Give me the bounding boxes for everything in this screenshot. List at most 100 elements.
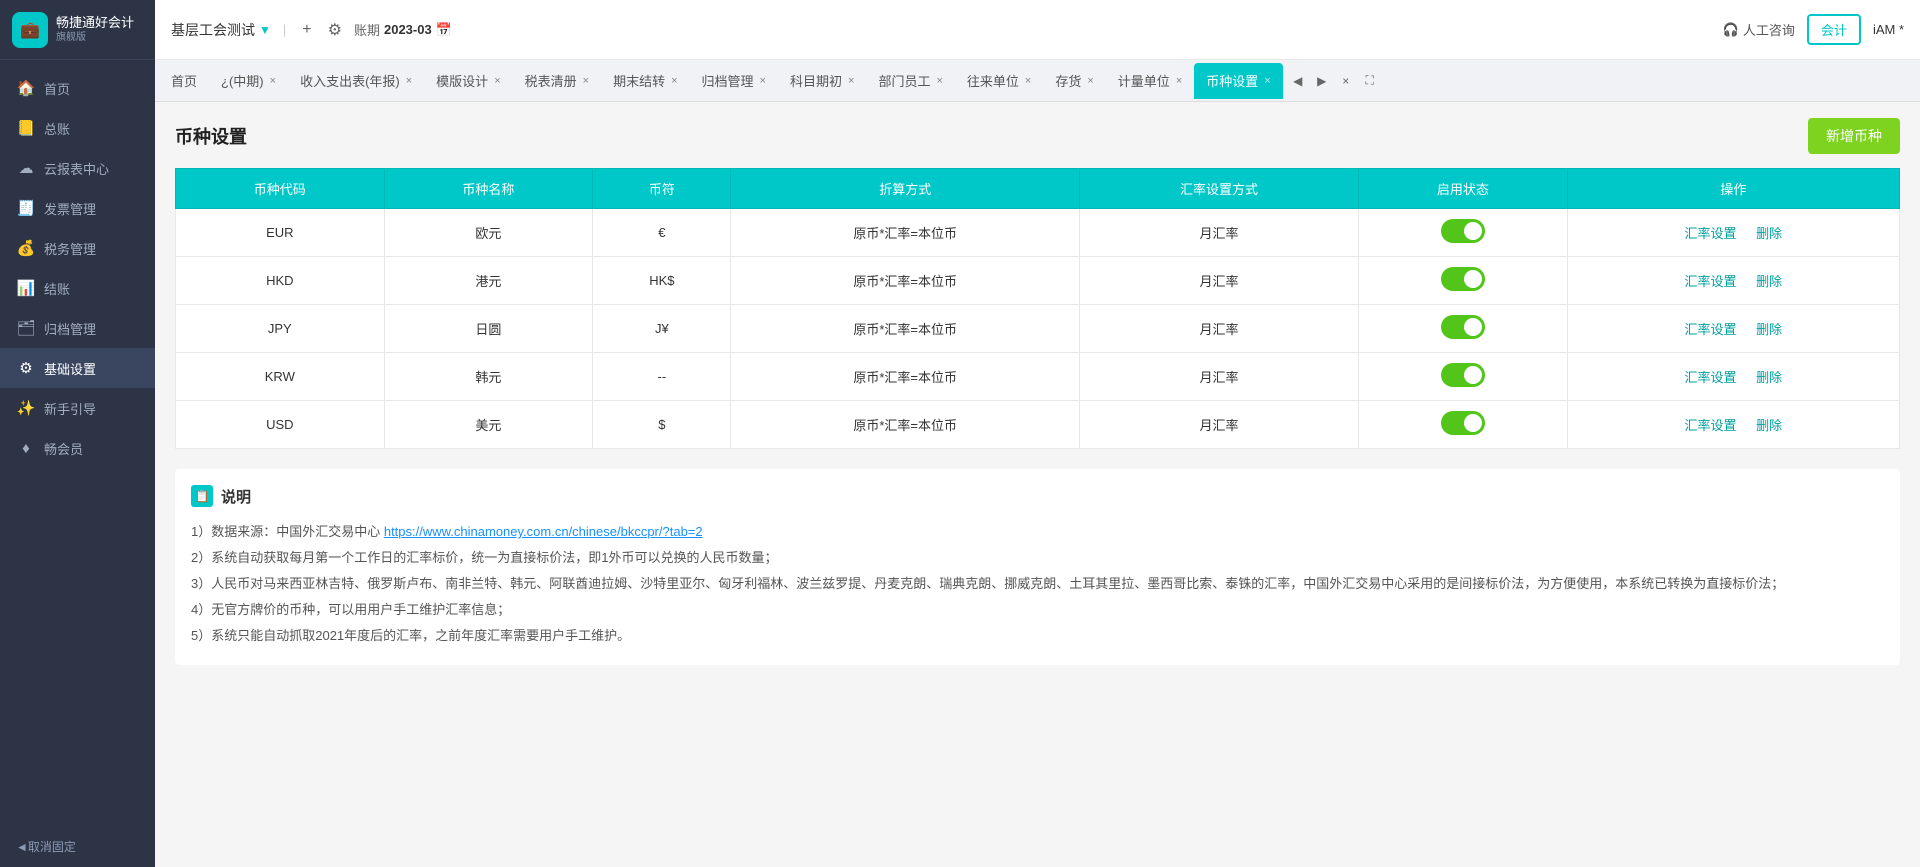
cell-code: JPY xyxy=(176,305,385,353)
rate-settings-link[interactable]: 汇率设置 xyxy=(1685,418,1737,433)
topbar-add-button[interactable]: + xyxy=(298,21,315,39)
tab-subject-close[interactable]: × xyxy=(848,75,854,87)
tab-tax-close[interactable]: × xyxy=(583,75,589,87)
sidebar-item-reports[interactable]: ☁ 云报表中心 xyxy=(0,148,155,188)
tab-income-close[interactable]: × xyxy=(406,75,412,87)
cell-symbol: € xyxy=(593,209,731,257)
cell-code: KRW xyxy=(176,353,385,401)
tab-next-button[interactable]: ▶ xyxy=(1311,70,1333,92)
cell-name: 美元 xyxy=(384,401,593,449)
cell-action: 汇率设置 删除 xyxy=(1567,401,1899,449)
tab-customer-close[interactable]: × xyxy=(1025,75,1031,87)
cell-rate-method: 月汇率 xyxy=(1079,353,1358,401)
sidebar-item-home[interactable]: 🏠 首页 xyxy=(0,68,155,108)
sidebar-item-member[interactable]: ♦ 畅会员 xyxy=(0,428,155,468)
cell-calc: 原币*汇率=本位币 xyxy=(731,209,1080,257)
sidebar-item-invoice[interactable]: 🧾 发票管理 xyxy=(0,188,155,228)
notes-item-5: 5）系统只能自动抓取2021年度后的汇率，之前年度汇率需要用户手工维护。 xyxy=(191,623,1884,649)
tab-period[interactable]: ¿(中期) × xyxy=(209,63,288,99)
sidebar-item-ledger[interactable]: 📒 总账 xyxy=(0,108,155,148)
enabled-toggle[interactable] xyxy=(1441,411,1485,435)
sidebar-label-member: 畅会员 xyxy=(44,439,83,458)
tab-income[interactable]: 收入支出表(年报) × xyxy=(288,63,424,99)
app-name: 畅捷通好会计 xyxy=(56,15,134,32)
tab-unit[interactable]: 计量单位 × xyxy=(1106,63,1194,99)
table-row: JPY 日圆 J¥ 原币*汇率=本位币 月汇率 汇率设置 删除 xyxy=(176,305,1900,353)
table-row: HKD 港元 HK$ 原币*汇率=本位币 月汇率 汇率设置 删除 xyxy=(176,257,1900,305)
tab-period-end[interactable]: 期末结转 × xyxy=(601,63,689,99)
col-calc: 折算方式 xyxy=(731,169,1080,209)
delete-link[interactable]: 删除 xyxy=(1756,418,1782,433)
enabled-toggle[interactable] xyxy=(1441,219,1485,243)
tab-home[interactable]: 首页 xyxy=(159,63,209,99)
sidebar-label-checkout: 结账 xyxy=(44,279,70,298)
new-currency-button[interactable]: 新增币种 xyxy=(1808,118,1900,154)
sidebar: 💼 畅捷通好会计 旗舰版 🏠 首页 📒 总账 ☁ 云报表中心 🧾 发票管理 💰 … xyxy=(0,0,155,867)
cell-rate-method: 月汇率 xyxy=(1079,257,1358,305)
tab-currency-close[interactable]: × xyxy=(1264,75,1270,87)
cell-symbol: -- xyxy=(593,353,731,401)
delete-link[interactable]: 删除 xyxy=(1756,322,1782,337)
enabled-toggle[interactable] xyxy=(1441,315,1485,339)
tab-period-end-close[interactable]: × xyxy=(671,75,677,87)
sidebar-item-checkout[interactable]: 📊 结账 xyxy=(0,268,155,308)
delete-link[interactable]: 删除 xyxy=(1756,226,1782,241)
tab-template[interactable]: 模版设计 × xyxy=(424,63,512,99)
tab-currency-label: 币种设置 xyxy=(1206,71,1258,90)
rate-settings-link[interactable]: 汇率设置 xyxy=(1685,370,1737,385)
cell-code: HKD xyxy=(176,257,385,305)
notes-link[interactable]: https://www.chinamoney.com.cn/chinese/bk… xyxy=(384,524,703,539)
topbar-settings-button[interactable]: ⚙ xyxy=(324,20,346,40)
account-button[interactable]: 会计 xyxy=(1807,14,1861,45)
cell-calc: 原币*汇率=本位币 xyxy=(731,257,1080,305)
tab-tax[interactable]: 税表清册 × xyxy=(513,63,601,99)
tab-archive-close[interactable]: × xyxy=(760,75,766,87)
tab-unit-close[interactable]: × xyxy=(1176,75,1182,87)
col-name: 币种名称 xyxy=(384,169,593,209)
sidebar-item-tax[interactable]: 💰 税务管理 xyxy=(0,228,155,268)
tab-dept-close[interactable]: × xyxy=(936,75,942,87)
help-button[interactable]: 🎧 人工咨询 xyxy=(1723,20,1795,39)
cell-code: USD xyxy=(176,401,385,449)
sidebar-item-archive[interactable]: 🗂 归档管理 xyxy=(0,308,155,348)
delete-link[interactable]: 删除 xyxy=(1756,370,1782,385)
tab-subject-label: 科目期初 xyxy=(790,71,842,90)
cell-status xyxy=(1359,305,1568,353)
tab-archive[interactable]: 归档管理 × xyxy=(690,63,778,99)
user-label: iAM * xyxy=(1873,22,1904,37)
enabled-toggle[interactable] xyxy=(1441,267,1485,291)
tab-inventory[interactable]: 存货 × xyxy=(1043,63,1105,99)
enabled-toggle[interactable] xyxy=(1441,363,1485,387)
notes-icon: 📋 xyxy=(191,485,213,507)
tab-dept[interactable]: 部门员工 × xyxy=(866,63,954,99)
tab-inventory-close[interactable]: × xyxy=(1087,75,1093,87)
sidebar-label-home: 首页 xyxy=(44,79,70,98)
tab-home-label: 首页 xyxy=(171,71,197,90)
tab-customer[interactable]: 往来单位 × xyxy=(955,63,1043,99)
main-content: 基层工会测试 ▼ | + ⚙ 账期 2023-03 📅 🎧 人工咨询 会计 iA… xyxy=(155,0,1920,867)
delete-link[interactable]: 删除 xyxy=(1756,274,1782,289)
tab-customer-label: 往来单位 xyxy=(967,71,1019,90)
topbar: 基层工会测试 ▼ | + ⚙ 账期 2023-03 📅 🎧 人工咨询 会计 iA… xyxy=(155,0,1920,60)
tab-prev-button[interactable]: ◀ xyxy=(1287,70,1309,92)
org-selector[interactable]: 基层工会测试 ▼ xyxy=(171,20,271,40)
tab-fullscreen-button[interactable]: ⛶ xyxy=(1359,70,1381,92)
org-dropdown-icon: ▼ xyxy=(259,23,271,37)
tab-period-close[interactable]: × xyxy=(270,75,276,87)
member-icon: ♦ xyxy=(16,438,36,458)
cell-symbol: J¥ xyxy=(593,305,731,353)
sidebar-item-guide[interactable]: ✨ 新手引导 xyxy=(0,388,155,428)
tab-template-close[interactable]: × xyxy=(494,75,500,87)
sidebar-footer[interactable]: ◄取消固定 xyxy=(0,826,155,867)
rate-settings-link[interactable]: 汇率设置 xyxy=(1685,274,1737,289)
tab-currency[interactable]: 币种设置 × xyxy=(1194,63,1282,99)
tab-subject[interactable]: 科目期初 × xyxy=(778,63,866,99)
rate-settings-link[interactable]: 汇率设置 xyxy=(1685,226,1737,241)
checkout-icon: 📊 xyxy=(16,278,36,298)
rate-settings-link[interactable]: 汇率设置 xyxy=(1685,322,1737,337)
cell-status xyxy=(1359,209,1568,257)
org-name: 基层工会测试 xyxy=(171,20,255,40)
calendar-icon[interactable]: 📅 xyxy=(436,22,452,38)
tab-close-all-button[interactable]: × xyxy=(1335,70,1357,92)
sidebar-item-settings[interactable]: ⚙ 基础设置 xyxy=(0,348,155,388)
